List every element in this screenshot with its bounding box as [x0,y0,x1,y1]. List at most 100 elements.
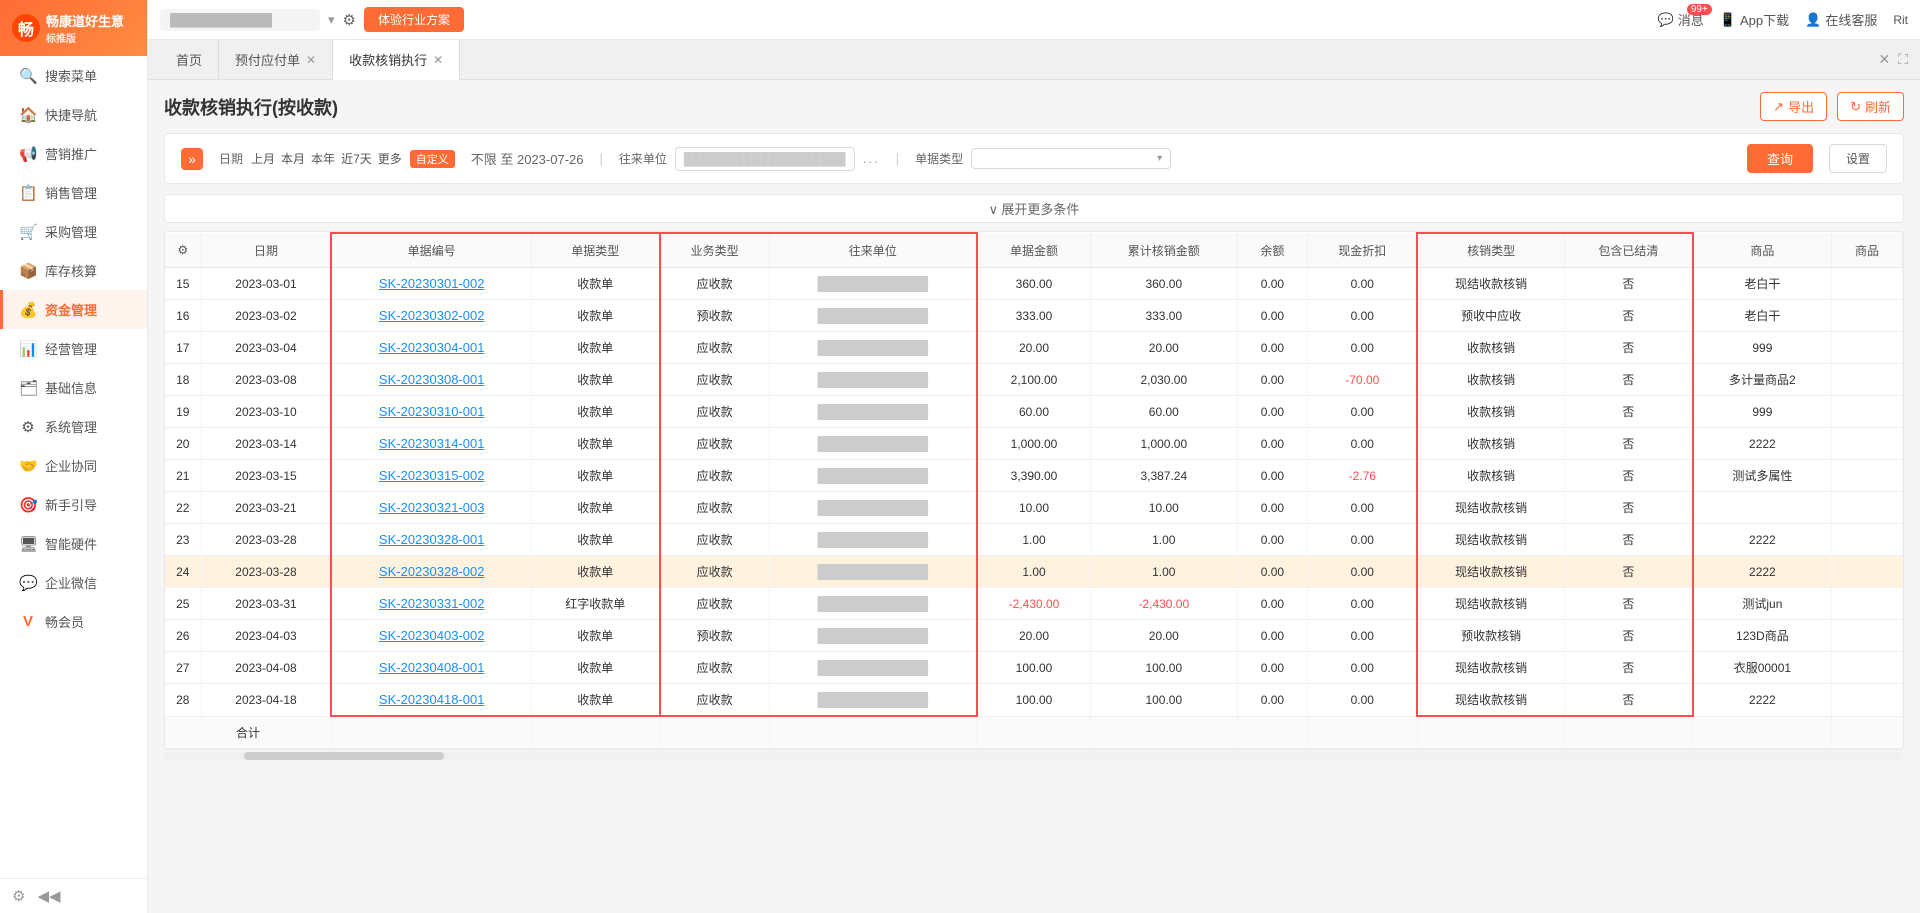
row-writeoff-amount: 100.00 [1091,684,1237,717]
row-no: 28 [165,684,201,717]
row-biz-type: 应收款 [660,492,769,524]
expand-conditions-btn[interactable]: ∨ 展开更多条件 [164,194,1904,223]
row-date: 2023-03-08 [201,364,331,396]
dropdown-chevron-icon[interactable]: ▾ [328,12,335,28]
row-doc-no[interactable]: SK-20230321-003 [331,492,531,524]
sidebar-item-finance[interactable]: 💰 资金管理 [0,290,147,329]
table-row: 23 2023-03-28 SK-20230328-001 收款单 应收款 ██… [165,524,1903,556]
sidebar-item-wechat[interactable]: 💬 企业微信 [0,563,147,602]
row-product2 [1832,684,1903,717]
row-doc-no[interactable]: SK-20230418-001 [331,684,531,717]
filter-doctype-select[interactable]: ▾ [971,148,1171,169]
row-product1: 老白干 [1693,268,1832,300]
filter-expand-btn[interactable]: » [181,148,203,170]
tab-prepay-close[interactable]: ✕ [306,53,316,67]
row-doc-no[interactable]: SK-20230408-001 [331,652,531,684]
filter-date-this-month[interactable]: 本月 [281,150,305,167]
sidebar-item-vip[interactable]: V 畅会员 [0,602,147,641]
sidebar-item-system[interactable]: ⚙ 系统管理 [0,407,147,446]
industry-btn[interactable]: 体验行业方案 [364,7,464,32]
sidebar-item-purchase[interactable]: 🛒 采购管理 [0,212,147,251]
row-balance: 0.00 [1237,652,1308,684]
row-no: 21 [165,460,201,492]
table-row: 15 2023-03-01 SK-20230301-002 收款单 应收款 ██… [165,268,1903,300]
collapse-footer-icon[interactable]: ◀◀ [37,887,60,905]
row-product1 [1693,492,1832,524]
tab-fullscreen-icon[interactable]: ⛶ [1898,51,1908,68]
row-product2 [1832,268,1903,300]
tab-writeoff-close[interactable]: ✕ [433,53,443,67]
filter-partner-input[interactable]: ███████████████████ [675,147,855,171]
filter-date-custom-btn[interactable]: 自定义 [410,150,455,168]
tab-writeoff[interactable]: 收款核销执行 ✕ [333,40,460,80]
row-doc-no[interactable]: SK-20230310-001 [331,396,531,428]
topbar-left: ████████████ ▾ ⚙ 体验行业方案 [160,7,1646,32]
refresh-btn[interactable]: ↻ 刷新 [1837,92,1904,121]
row-amount: 1,000.00 [977,428,1091,460]
horizontal-scrollbar[interactable] [164,752,1904,760]
row-product2 [1832,620,1903,652]
row-product2 [1832,364,1903,396]
sidebar-item-marketing[interactable]: 📢 营销推广 [0,134,147,173]
vip-icon: V [19,613,37,630]
hardware-icon: 🖥 [19,535,37,553]
row-doc-no[interactable]: SK-20230403-002 [331,620,531,652]
settings-icon[interactable]: ⚙ [343,11,356,29]
tab-prepay[interactable]: 预付应付单 ✕ [219,40,333,80]
sidebar-item-guide[interactable]: 🎯 新手引导 [0,485,147,524]
filter-date-options: 上月 本月 本年 近7天 更多 [251,150,402,167]
filter-date-more[interactable]: 更多 [378,150,402,167]
row-doc-no[interactable]: SK-20230328-001 [331,524,531,556]
row-doc-no[interactable]: SK-20230315-002 [331,460,531,492]
row-doc-no[interactable]: SK-20230328-002 [331,556,531,588]
row-writeoff-amount: 2,030.00 [1091,364,1237,396]
row-balance: 0.00 [1237,524,1308,556]
row-doc-no[interactable]: SK-20230308-001 [331,364,531,396]
sidebar-item-collab[interactable]: 🤝 企业协同 [0,446,147,485]
table-row: 21 2023-03-15 SK-20230315-002 收款单 应收款 ██… [165,460,1903,492]
row-writeoff-amount: -2,430.00 [1091,588,1237,620]
topbar-search[interactable]: ████████████ [160,9,320,31]
row-doc-no[interactable]: SK-20230314-001 [331,428,531,460]
finance-icon: 💰 [19,301,37,319]
row-writeoff-amount: 3,387.24 [1091,460,1237,492]
tab-close-all-icon[interactable]: ✕ [1878,51,1890,68]
row-doc-no[interactable]: SK-20230331-002 [331,588,531,620]
row-include-settled: 否 [1564,588,1692,620]
filter-date-7days[interactable]: 近7天 [341,150,372,167]
row-biz-type: 应收款 [660,684,769,717]
message-btn[interactable]: 💬 消息 99+ [1658,10,1704,29]
setting-btn[interactable]: 设置 [1829,144,1887,173]
export-btn[interactable]: ↗ 导出 [1760,92,1827,121]
scrollbar-thumb[interactable] [244,752,444,760]
row-include-settled: 否 [1564,652,1692,684]
sidebar-item-sales[interactable]: 📋 销售管理 [0,173,147,212]
tab-home[interactable]: 首页 [160,40,219,80]
row-product2 [1832,428,1903,460]
row-product2 [1832,556,1903,588]
sidebar-item-inventory[interactable]: 📦 库存核算 [0,251,147,290]
row-doc-type: 收款单 [531,492,659,524]
row-partner: ████████████ [769,684,977,717]
app-download-btn[interactable]: 📱 App下载 [1720,10,1789,29]
row-doc-no[interactable]: SK-20230301-002 [331,268,531,300]
filter-date-last-month[interactable]: 上月 [251,150,275,167]
col-gear[interactable]: ⚙ [165,233,201,268]
sidebar-item-basic[interactable]: 🗂 基础信息 [0,368,147,407]
settings-footer-icon[interactable]: ⚙ [12,887,25,905]
logo-icon: 畅 [12,14,40,42]
sidebar-item-hardware[interactable]: 🖥 智能硬件 [0,524,147,563]
sidebar-item-operation[interactable]: 📊 经营管理 [0,329,147,368]
row-product1: 衣服00001 [1693,652,1832,684]
query-btn[interactable]: 查询 [1747,144,1813,173]
row-discount: 0.00 [1308,620,1417,652]
user-name[interactable]: Rit [1893,13,1908,27]
row-doc-no[interactable]: SK-20230304-001 [331,332,531,364]
filter-date-this-year[interactable]: 本年 [311,150,335,167]
sidebar-item-nav[interactable]: 🏠 快捷导航 [0,95,147,134]
row-doc-no[interactable]: SK-20230302-002 [331,300,531,332]
online-service-btn[interactable]: 👤 在线客服 [1805,10,1877,29]
row-amount: 2,100.00 [977,364,1091,396]
sidebar-item-search[interactable]: 🔍 搜索菜单 [0,56,147,95]
table-row: 27 2023-04-08 SK-20230408-001 收款单 应收款 ██… [165,652,1903,684]
